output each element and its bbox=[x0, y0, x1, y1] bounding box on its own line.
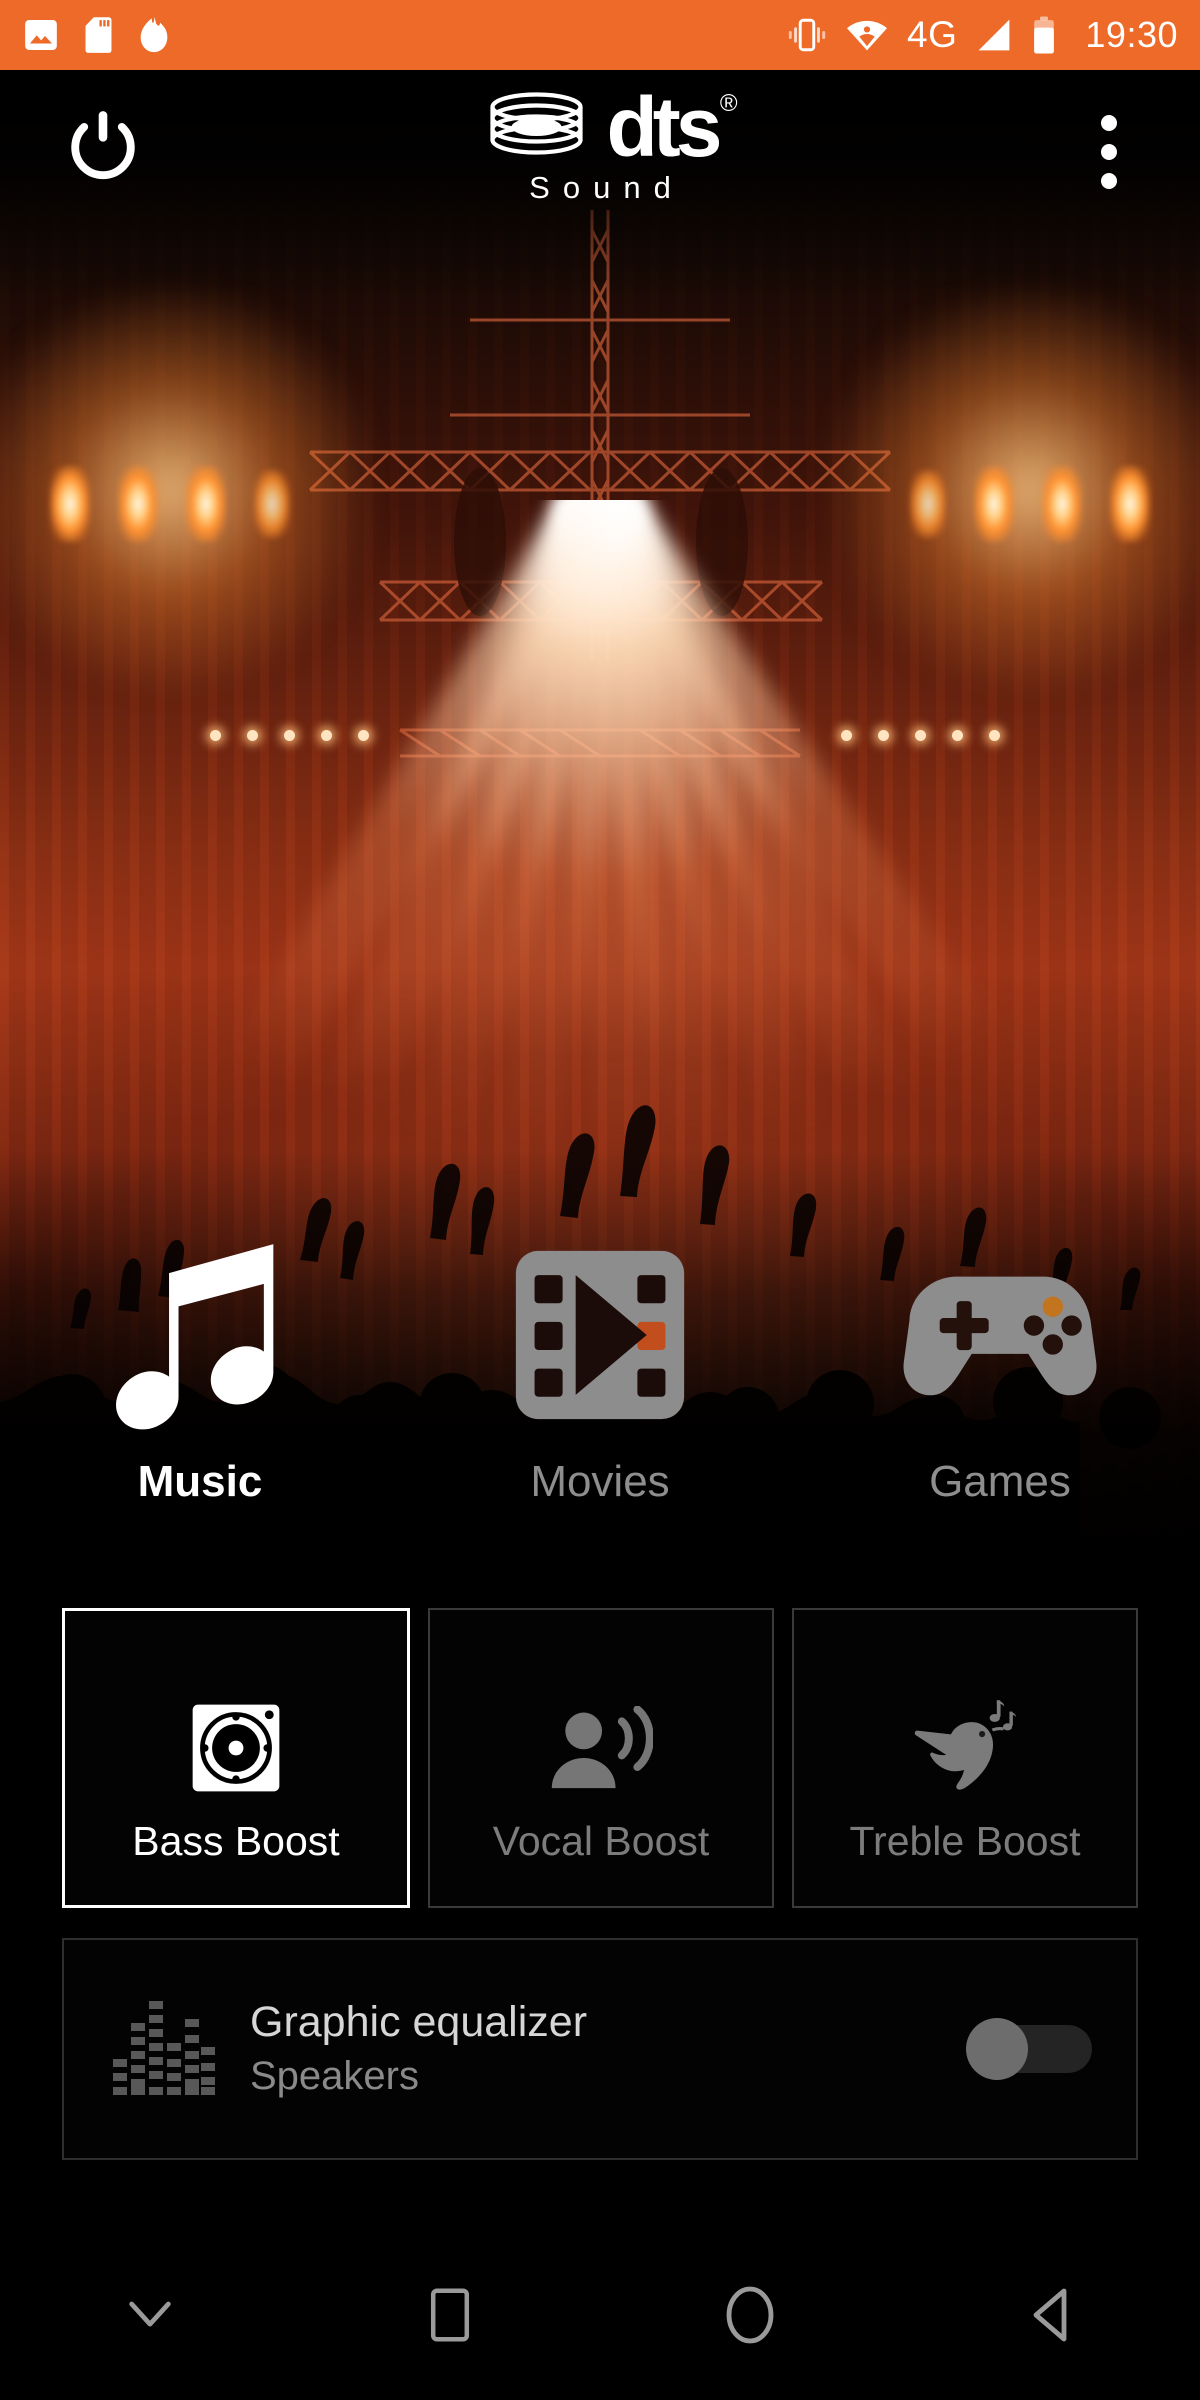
effect-card-vocal-boost[interactable]: Vocal Boost bbox=[428, 1608, 774, 1908]
effect-cards: Bass Boost Vocal Boost Treble Boost bbox=[0, 1608, 1200, 1908]
overflow-menu-button[interactable] bbox=[1064, 104, 1154, 199]
effect-card-treble-boost[interactable]: Treble Boost bbox=[792, 1608, 1138, 1908]
toggle-knob bbox=[966, 2018, 1028, 2080]
battery-icon bbox=[1034, 16, 1055, 54]
gamepad-icon bbox=[903, 1276, 1097, 1396]
chevron-down-icon bbox=[129, 2301, 171, 2327]
graphic-equalizer-row[interactable]: Graphic equalizer Speakers bbox=[62, 1938, 1138, 2160]
effect-label-treble-boost: Treble Boost bbox=[849, 1817, 1081, 1864]
vibrate-icon bbox=[788, 18, 826, 52]
power-button[interactable] bbox=[48, 92, 158, 202]
nav-back-button[interactable] bbox=[900, 2230, 1200, 2400]
dts-coil-icon bbox=[490, 92, 583, 155]
more-options-icon bbox=[1101, 114, 1117, 131]
square-icon bbox=[430, 2288, 470, 2342]
equalizer-subtitle: Speakers bbox=[250, 2053, 419, 2098]
app-bar: dts ® Sound bbox=[0, 70, 1200, 230]
network-type-label: 4G bbox=[907, 14, 958, 55]
music-note-icon bbox=[116, 1244, 274, 1430]
status-bar-clock: 19:30 bbox=[1085, 14, 1178, 55]
mode-label-games: Games bbox=[929, 1457, 1071, 1506]
mode-label-movies: Movies bbox=[530, 1457, 670, 1506]
image-icon bbox=[25, 19, 57, 51]
nav-recents-button[interactable] bbox=[300, 2230, 600, 2400]
subwoofer-icon bbox=[192, 1704, 280, 1791]
equalizer-title: Graphic equalizer bbox=[250, 1998, 588, 2047]
dts-sound-subtitle: Sound bbox=[529, 169, 684, 205]
effect-card-bass-boost[interactable]: Bass Boost bbox=[62, 1608, 410, 1908]
mode-item-music[interactable]: Music bbox=[0, 1235, 400, 1565]
more-options-icon bbox=[1101, 143, 1117, 160]
stage-spot-dots-right bbox=[841, 730, 1000, 741]
registered-mark: ® bbox=[719, 90, 738, 117]
effect-label-vocal-boost: Vocal Boost bbox=[492, 1817, 710, 1864]
power-icon bbox=[71, 111, 135, 179]
signal-icon bbox=[979, 19, 1010, 51]
equalizer-bars-icon bbox=[108, 1999, 218, 2099]
stage-spot-dots-left bbox=[210, 730, 369, 741]
singing-bird-icon bbox=[914, 1699, 1017, 1790]
mode-label-music: Music bbox=[137, 1457, 263, 1506]
sd-card-icon bbox=[85, 17, 112, 53]
nav-home-button[interactable] bbox=[600, 2230, 900, 2400]
film-play-icon bbox=[515, 1250, 685, 1420]
effect-label-bass-boost: Bass Boost bbox=[132, 1817, 340, 1864]
status-bar-left-icons bbox=[22, 15, 171, 55]
dts-sound-logo: dts ® Sound bbox=[483, 80, 738, 206]
mode-selector: Music Movies Games bbox=[0, 1235, 1200, 1565]
phone-screen: 4G 19:30 dts ® Sound Music Movies Games … bbox=[0, 0, 1200, 2400]
status-bar: 4G 19:30 bbox=[0, 0, 1200, 70]
equalizer-toggle[interactable] bbox=[960, 2016, 1092, 2082]
wifi-icon bbox=[847, 20, 888, 51]
android-navigation-bar bbox=[0, 2230, 1200, 2400]
nav-hide-button[interactable] bbox=[0, 2230, 300, 2400]
mode-item-movies[interactable]: Movies bbox=[400, 1235, 800, 1565]
more-options-icon bbox=[1101, 172, 1117, 189]
person-speak-icon bbox=[551, 1705, 653, 1788]
flame-icon bbox=[140, 17, 168, 53]
status-bar-right-icons: 4G 19:30 bbox=[787, 14, 1178, 56]
mode-item-games[interactable]: Games bbox=[800, 1235, 1200, 1565]
triangle-back-icon bbox=[1033, 2288, 1067, 2342]
dts-wordmark: dts bbox=[606, 80, 723, 174]
circle-icon bbox=[726, 2286, 774, 2344]
